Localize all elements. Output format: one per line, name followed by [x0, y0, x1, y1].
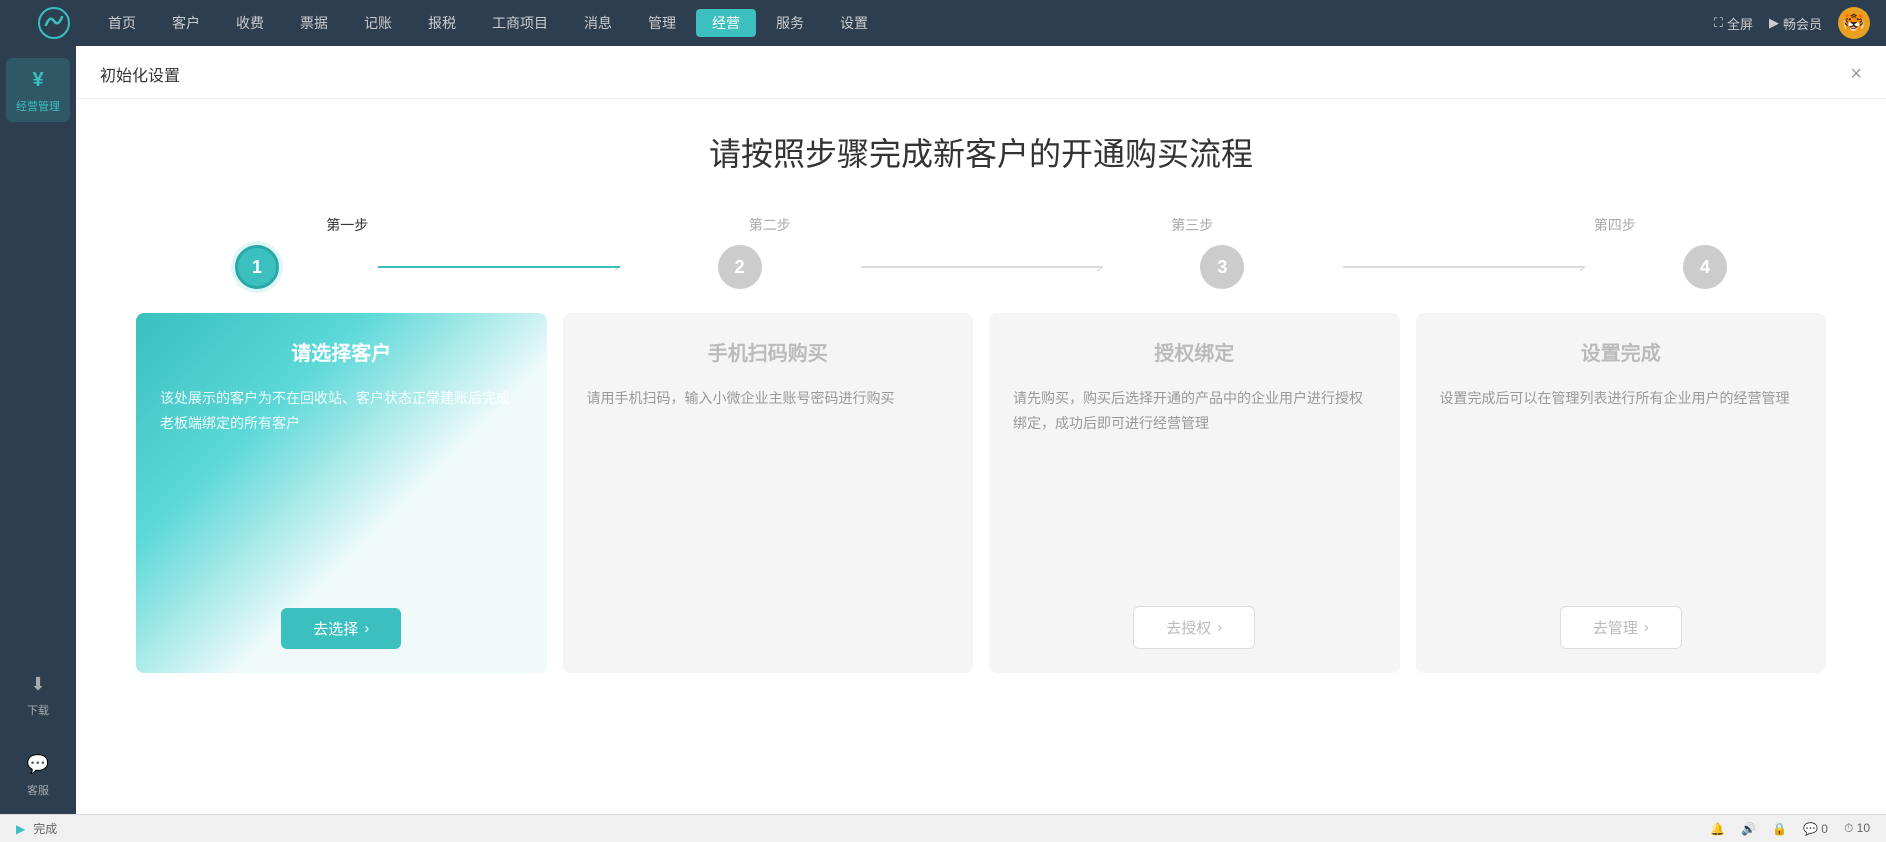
sidebar-download-label: 下载 — [27, 702, 49, 718]
step-circle-4: 4 — [1683, 245, 1727, 289]
download-icon: ⬇ — [24, 670, 52, 698]
card-title-2: 手机扫码购买 — [587, 337, 950, 366]
go-manage-button[interactable]: 去管理 › — [1560, 606, 1682, 649]
step-label-2: 第二步 — [559, 215, 982, 235]
sidebar-item-support[interactable]: 💬 客服 — [6, 742, 70, 806]
fullscreen-label: 全屏 — [1727, 14, 1753, 33]
wizard-container: 请按照步骤完成新客户的开通购买流程 第一步 第二步 第三步 第四步 1 › — [76, 99, 1886, 703]
card-title-3: 授权绑定 — [1013, 337, 1376, 366]
support-icon: 💬 — [24, 750, 52, 778]
step-label-4: 第四步 — [1404, 215, 1827, 235]
page-title: 初始化设置 — [100, 62, 180, 86]
status-message-count: 💬 0 — [1803, 822, 1828, 836]
card-body-1: 该处展示的客户为不在回收站、客户状态正常建账后完成老板端绑定的所有客户 — [160, 386, 523, 588]
nav-item-fee[interactable]: 收费 — [220, 9, 280, 37]
steps-labels-row: 第一步 第二步 第三步 第四步 — [136, 215, 1826, 235]
step-cell-3: 3 — [1101, 245, 1343, 289]
step-cell-2: 2 — [619, 245, 861, 289]
go-manage-arrow: › — [1644, 619, 1649, 636]
step-card-1: 请选择客户 该处展示的客户为不在回收站、客户状态正常建账后完成老板端绑定的所有客… — [136, 313, 547, 673]
nav-item-bill[interactable]: 票据 — [284, 9, 344, 37]
status-lock-icon: 🔒 — [1772, 822, 1787, 836]
status-volume-icon: 🔊 — [1741, 822, 1756, 836]
step-circle-2: 2 — [718, 245, 762, 289]
step-circle-1: 1 — [235, 245, 279, 289]
connector-1 — [378, 266, 620, 268]
nav-items: 首页 客户 收费 票据 记账 报税 工商项目 消息 管理 经营 服务 设置 — [92, 9, 1714, 37]
go-manage-label: 去管理 — [1593, 617, 1638, 638]
status-right: 🔔 🔊 🔒 💬 0 ⏱ 10 — [1710, 821, 1870, 836]
vip-button[interactable]: ▶ 畅会员 — [1769, 14, 1822, 33]
main-content: 初始化设置 × 请按照步骤完成新客户的开通购买流程 第一步 第二步 第三步 第四… — [76, 46, 1886, 814]
card-footer-1: 去选择 › — [160, 608, 523, 649]
nav-item-tax[interactable]: 报税 — [412, 9, 472, 37]
step-circle-3: 3 — [1200, 245, 1244, 289]
status-bar: ▶ 完成 🔔 🔊 🔒 💬 0 ⏱ 10 — [0, 814, 1886, 842]
card-title-1: 请选择客户 — [160, 337, 523, 366]
go-select-button[interactable]: 去选择 › — [281, 608, 401, 649]
card-body-4: 设置完成后可以在管理列表进行所有企业用户的经营管理 — [1440, 386, 1803, 586]
play-icon: ▶ — [1769, 15, 1779, 31]
wizard-main-title: 请按照步骤完成新客户的开通购买流程 — [136, 129, 1826, 175]
go-select-label: 去选择 — [313, 618, 358, 639]
sidebar-item-download[interactable]: ⬇ 下载 — [6, 662, 70, 726]
operation-icon: ¥ — [24, 66, 52, 94]
nav-item-home[interactable]: 首页 — [92, 9, 152, 37]
step-card-4: 设置完成 设置完成后可以在管理列表进行所有企业用户的经营管理 去管理 › — [1416, 313, 1827, 673]
card-body-2: 请用手机扫码，输入小微企业主账号密码进行购买 — [587, 386, 950, 629]
nav-item-message[interactable]: 消息 — [568, 9, 628, 37]
nav-logo — [16, 7, 92, 39]
nav-item-account[interactable]: 记账 — [348, 9, 408, 37]
card-body-3: 请先购买，购买后选择开通的产品中的企业用户进行授权绑定，成功后即可进行经营管理 — [1013, 386, 1376, 586]
nav-item-operation[interactable]: 经营 — [696, 9, 756, 37]
connector-3 — [1343, 266, 1585, 268]
nav-item-manage[interactable]: 管理 — [632, 9, 692, 37]
sidebar: ¥ 经营管理 ⬇ 下载 💬 客服 — [0, 46, 76, 814]
close-button[interactable]: × — [1850, 64, 1862, 84]
nav-item-service[interactable]: 服务 — [760, 9, 820, 37]
go-auth-label: 去授权 — [1166, 617, 1211, 638]
step-cell-4: 4 — [1584, 245, 1826, 289]
steps-circles-row: 1 › 2 › 3 › 4 — [136, 245, 1826, 289]
card-footer-4: 去管理 › — [1440, 606, 1803, 649]
page-header: 初始化设置 × — [76, 46, 1886, 99]
step-card-3: 授权绑定 请先购买，购买后选择开通的产品中的企业用户进行授权绑定，成功后即可进行… — [989, 313, 1400, 673]
nav-item-settings[interactable]: 设置 — [824, 9, 884, 37]
step-cell-1: 1 — [136, 245, 378, 289]
go-auth-button[interactable]: 去授权 › — [1133, 606, 1255, 649]
status-timer: ⏱ 10 — [1844, 821, 1870, 836]
vip-label: 畅会员 — [1783, 14, 1822, 33]
sidebar-item-label: 经营管理 — [16, 98, 60, 114]
step-cards: 请选择客户 该处展示的客户为不在回收站、客户状态正常建账后完成老板端绑定的所有客… — [136, 313, 1826, 673]
nav-right: ⛶ 全屏 ▶ 畅会员 🐯 — [1714, 7, 1870, 39]
card-footer-3: 去授权 › — [1013, 606, 1376, 649]
connector-2 — [861, 266, 1103, 268]
main-layout: ¥ 经营管理 ⬇ 下载 💬 客服 初始化设置 × 请按照步骤完成新客户的开通购买… — [0, 46, 1886, 814]
user-avatar[interactable]: 🐯 — [1838, 7, 1870, 39]
status-left: ▶ 完成 — [16, 820, 57, 837]
step-label-1: 第一步 — [136, 215, 559, 235]
nav-item-industry[interactable]: 工商项目 — [476, 9, 564, 37]
nav-item-customer[interactable]: 客户 — [156, 9, 216, 37]
sidebar-support-label: 客服 — [27, 782, 49, 798]
steps-indicator: 第一步 第二步 第三步 第四步 1 › 2 › — [136, 215, 1826, 289]
go-select-arrow: › — [364, 620, 369, 637]
status-bell-icon: 🔔 — [1710, 822, 1725, 836]
fullscreen-icon: ⛶ — [1714, 15, 1723, 31]
card-title-4: 设置完成 — [1440, 337, 1803, 366]
top-nav: 首页 客户 收费 票据 记账 报税 工商项目 消息 管理 经营 服务 设置 ⛶ … — [0, 0, 1886, 46]
step-card-2: 手机扫码购买 请用手机扫码，输入小微企业主账号密码进行购买 — [563, 313, 974, 673]
fullscreen-button[interactable]: ⛶ 全屏 — [1714, 14, 1753, 33]
status-play-icon: ▶ — [16, 822, 25, 836]
sidebar-item-operation[interactable]: ¥ 经营管理 — [6, 58, 70, 122]
status-text: 完成 — [33, 820, 57, 837]
go-auth-arrow: › — [1217, 619, 1222, 636]
step-label-3: 第三步 — [981, 215, 1404, 235]
